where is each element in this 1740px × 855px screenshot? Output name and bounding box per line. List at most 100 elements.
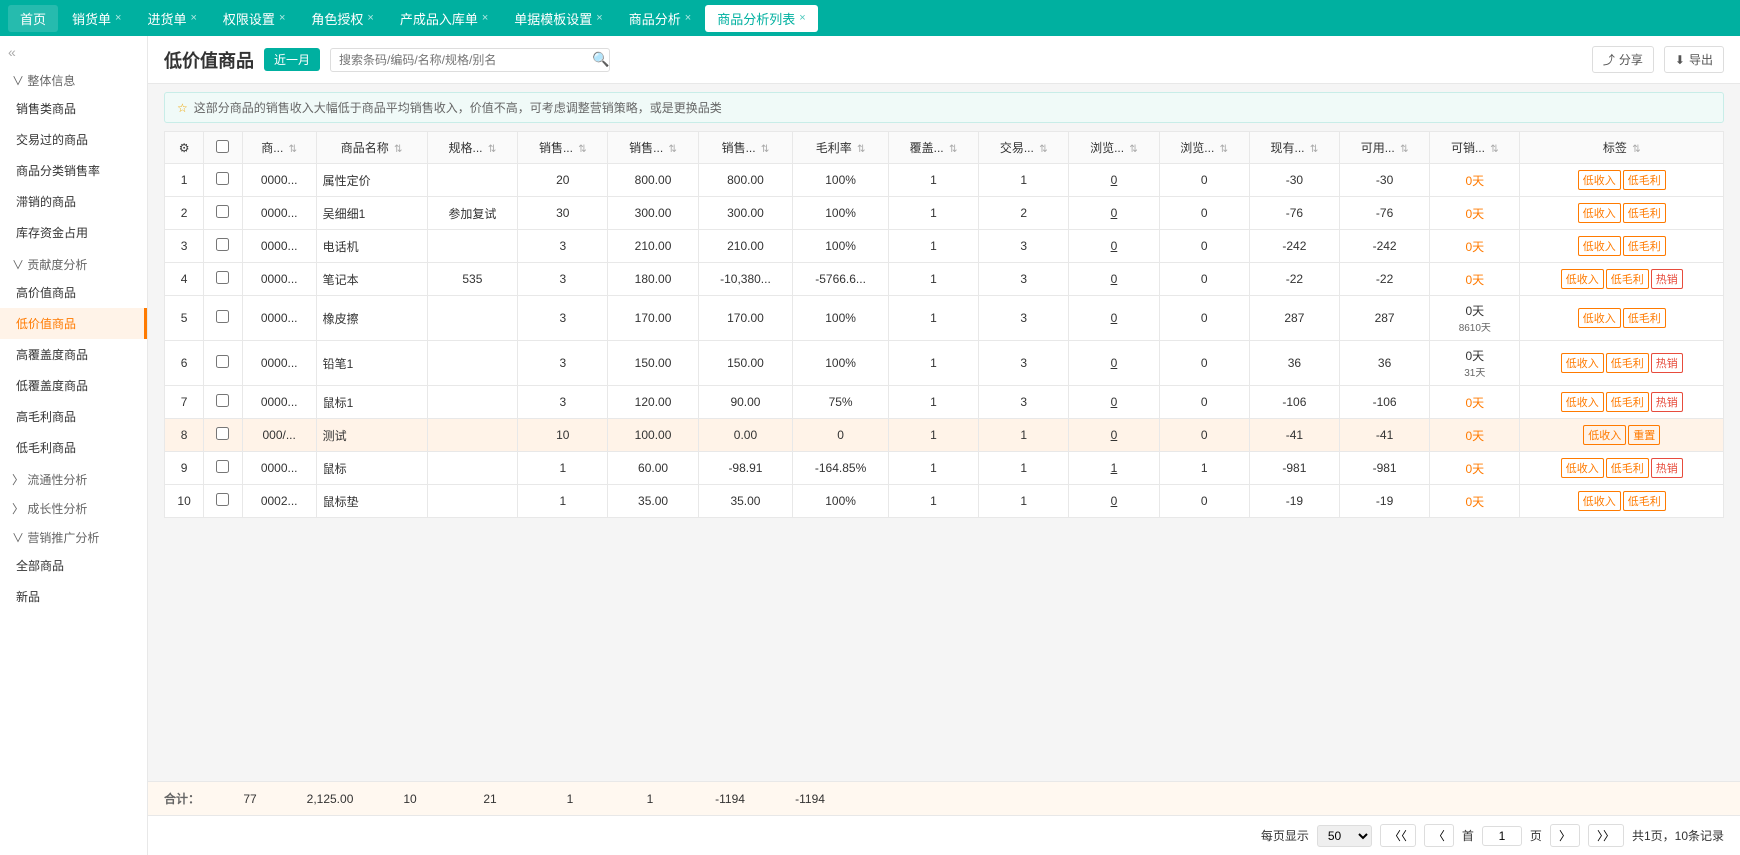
cell-browse1[interactable]: 0 <box>1069 164 1159 197</box>
cell-current: -19 <box>1249 485 1339 518</box>
tag-label: 低毛利 <box>1606 392 1649 412</box>
nav-permission-close[interactable]: × <box>279 12 285 24</box>
tag-label: 低收入 <box>1578 308 1621 328</box>
sidebar-item-high-profit[interactable]: 高毛利商品 <box>0 401 147 432</box>
cell-checkbox[interactable] <box>204 263 243 296</box>
next-page-btn[interactable]: 〉 <box>1550 824 1580 847</box>
export-btn[interactable]: ⬇ 导出 <box>1664 46 1724 73</box>
cell-browse1[interactable]: 0 <box>1069 485 1159 518</box>
cell-checkbox[interactable] <box>204 386 243 419</box>
nav-role[interactable]: 角色授权 × <box>299 5 385 32</box>
cell-checkbox[interactable] <box>204 296 243 341</box>
sidebar-item-low-profit[interactable]: 低毛利商品 <box>0 432 147 463</box>
sidebar-item-low-value[interactable]: 低价值商品 <box>0 308 147 339</box>
nav-permission[interactable]: 权限设置 × <box>211 5 297 32</box>
nav-sales[interactable]: 销货单 × <box>60 5 133 32</box>
row-checkbox[interactable] <box>216 460 229 473</box>
nav-goods-analysis[interactable]: 商品分析 × <box>617 5 703 32</box>
col-checkbox[interactable] <box>204 132 243 164</box>
nav-purchase[interactable]: 进货单 × <box>135 5 208 32</box>
share-btn[interactable]: ⤴ 分享 <box>1592 46 1654 73</box>
sidebar-item-high-value[interactable]: 高价值商品 <box>0 277 147 308</box>
sidebar-collapse-btn[interactable]: « <box>8 44 16 60</box>
browse1-link[interactable]: 0 <box>1111 173 1118 187</box>
browse1-link[interactable]: 0 <box>1111 272 1118 286</box>
row-checkbox[interactable] <box>216 238 229 251</box>
last-page-btn[interactable]: 〉〉 <box>1588 824 1624 847</box>
sidebar-group-circulation[interactable]: 〉 流通性分析 <box>0 463 147 492</box>
sidebar-item-traded-goods[interactable]: 交易过的商品 <box>0 124 147 155</box>
sidebar-item-sales-goods[interactable]: 销售类商品 <box>0 93 147 124</box>
sidebar-item-stock-fund[interactable]: 库存资金占用 <box>0 217 147 248</box>
cell-browse1[interactable]: 0 <box>1069 296 1159 341</box>
nav-stock-in-close[interactable]: × <box>482 12 488 24</box>
browse1-link[interactable]: 1 <box>1111 461 1118 475</box>
nav-sales-close[interactable]: × <box>115 12 121 24</box>
nav-goods-list-close[interactable]: × <box>799 12 805 24</box>
cell-no: 1 <box>165 164 204 197</box>
cell-checkbox[interactable] <box>204 485 243 518</box>
search-input[interactable] <box>330 48 610 72</box>
nav-home[interactable]: 首页 <box>8 5 58 32</box>
cell-coverage: 1 <box>888 197 978 230</box>
cell-browse1[interactable]: 0 <box>1069 386 1159 419</box>
sidebar-item-slow-goods[interactable]: 滞销的商品 <box>0 186 147 217</box>
page-size-select[interactable]: 50 100 200 <box>1317 825 1372 847</box>
prev-page-btn[interactable]: 〈 <box>1424 824 1454 847</box>
cell-browse1[interactable]: 0 <box>1069 341 1159 386</box>
nav-role-close[interactable]: × <box>367 12 373 24</box>
nav-goods-list[interactable]: 商品分析列表 × <box>705 5 817 32</box>
nav-template-close[interactable]: × <box>596 12 602 24</box>
cell-browse1[interactable]: 0 <box>1069 197 1159 230</box>
row-checkbox[interactable] <box>216 493 229 506</box>
row-checkbox[interactable] <box>216 394 229 407</box>
cell-browse1[interactable]: 0 <box>1069 263 1159 296</box>
row-checkbox[interactable] <box>216 427 229 440</box>
page-input[interactable] <box>1482 826 1522 846</box>
sidebar-item-low-coverage[interactable]: 低覆盖度商品 <box>0 370 147 401</box>
browse1-link[interactable]: 0 <box>1111 239 1118 253</box>
tag-label: 低毛利 <box>1606 353 1649 373</box>
cell-checkbox[interactable] <box>204 197 243 230</box>
nav-stock-in[interactable]: 产成品入库单 × <box>388 5 500 32</box>
browse1-link[interactable]: 0 <box>1111 356 1118 370</box>
filter-btn[interactable]: 近一月 <box>264 48 320 71</box>
browse1-link[interactable]: 0 <box>1111 206 1118 220</box>
first-page-btn[interactable]: 〈〈 <box>1380 824 1416 847</box>
cell-checkbox[interactable] <box>204 452 243 485</box>
nav-template[interactable]: 单据模板设置 × <box>502 5 614 32</box>
row-checkbox[interactable] <box>216 271 229 284</box>
cell-sellable: 0天 <box>1430 164 1520 197</box>
nav-purchase-close[interactable]: × <box>190 12 196 24</box>
col-settings[interactable]: ⚙ <box>165 132 204 164</box>
row-checkbox[interactable] <box>216 355 229 368</box>
browse1-link[interactable]: 0 <box>1111 311 1118 325</box>
col-available: 可用... ⇅ <box>1339 132 1429 164</box>
nav-goods-analysis-close[interactable]: × <box>685 12 691 24</box>
col-current: 现有... ⇅ <box>1249 132 1339 164</box>
search-icon[interactable]: 🔍 <box>592 51 609 68</box>
cell-tags: 低收入低毛利 <box>1520 485 1724 518</box>
sidebar-item-category-rate[interactable]: 商品分类销售率 <box>0 155 147 186</box>
cell-checkbox[interactable] <box>204 341 243 386</box>
sidebar-item-high-coverage[interactable]: 高覆盖度商品 <box>0 339 147 370</box>
cell-browse1[interactable]: 1 <box>1069 452 1159 485</box>
browse1-link[interactable]: 0 <box>1111 494 1118 508</box>
cell-checkbox[interactable] <box>204 419 243 452</box>
row-checkbox[interactable] <box>216 310 229 323</box>
browse1-link[interactable]: 0 <box>1111 428 1118 442</box>
sidebar-group-growth[interactable]: 〉 成长性分析 <box>0 492 147 521</box>
sidebar-item-all-goods[interactable]: 全部商品 <box>0 550 147 581</box>
row-checkbox[interactable] <box>216 205 229 218</box>
cell-browse1[interactable]: 0 <box>1069 419 1159 452</box>
row-checkbox[interactable] <box>216 172 229 185</box>
cell-checkbox[interactable] <box>204 230 243 263</box>
browse1-link[interactable]: 0 <box>1111 395 1118 409</box>
table-wrap[interactable]: ⚙ 商... ⇅ 商品名称 ⇅ 规格... ⇅ 销售... ⇅ 销售... ⇅ … <box>164 131 1724 781</box>
col-trade: 交易... ⇅ <box>979 132 1069 164</box>
cell-browse1[interactable]: 0 <box>1069 230 1159 263</box>
select-all-checkbox[interactable] <box>216 140 229 153</box>
cell-checkbox[interactable] <box>204 164 243 197</box>
sidebar-item-new-goods[interactable]: 新品 <box>0 581 147 612</box>
table-row: 6 0000... 铅笔1 3 150.00 150.00 100% 1 3 0… <box>165 341 1724 386</box>
